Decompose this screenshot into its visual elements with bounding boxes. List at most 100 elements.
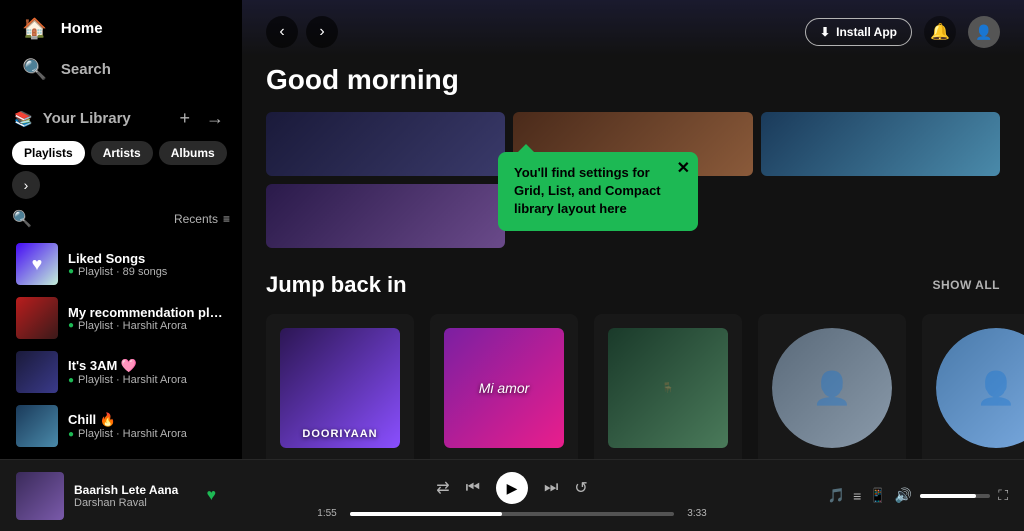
bell-icon: 🔔: [930, 22, 950, 42]
sort-icon: ≡: [223, 212, 230, 226]
forward-button[interactable]: ›: [306, 16, 338, 48]
cards-row: DOORIYAAN Dooriyaan Uraan Mi amor Mi Amo…: [242, 314, 1024, 459]
music-card[interactable]: DOORIYAAN Dooriyaan Uraan: [266, 314, 414, 459]
jump-back-section-header: Jump back in Show all: [242, 272, 1024, 314]
player-track-name: Baarish Lete Aana: [74, 483, 197, 497]
section-title: Jump back in: [266, 272, 407, 298]
player-left: Baarish Lete Aana Darshan Raval ♥: [16, 472, 216, 520]
music-card[interactable]: 👤 Taimour Baig Artist: [922, 314, 1024, 459]
top-bar: ‹ › ⬇ Install App 🔔 👤: [242, 0, 1024, 56]
player-bar: Baarish Lete Aana Darshan Raval ♥ ⇄ ⏮ ▶ …: [0, 459, 1024, 531]
add-library-button[interactable]: +: [175, 106, 194, 131]
featured-card[interactable]: Chill 🔥: [761, 112, 1000, 176]
player-artist: Darshan Raval: [74, 497, 197, 509]
green-dot: ●: [68, 266, 74, 277]
library-search-icon[interactable]: 🔍: [12, 209, 32, 229]
player-thumb: [16, 472, 64, 520]
shuffle-button[interactable]: ⇄: [436, 478, 449, 498]
playlist-sub: ● Playlist · Harshit Arora: [68, 374, 226, 386]
download-icon: ⬇: [820, 25, 830, 39]
filter-artists[interactable]: Artists: [91, 141, 153, 165]
queue-button[interactable]: ≡: [853, 488, 861, 504]
playlist-sub: ● Playlist · Harshit Arora: [68, 428, 226, 440]
music-card-thumb: Mi amor: [444, 328, 564, 448]
featured-card-thumb: [266, 112, 505, 176]
recents-sort[interactable]: Recents ≡: [174, 212, 230, 226]
fullscreen-button[interactable]: ⛶: [998, 487, 1008, 504]
green-dot: ●: [68, 429, 74, 440]
featured-card[interactable]: It's 3AM 🩷: [266, 112, 505, 176]
sidebar-top-nav: 🏠 Home 🔍 Search: [0, 0, 242, 98]
player-center: ⇄ ⏮ ▶ ⏭ ↺ 1:55 3:33: [224, 472, 800, 519]
rec-thumb: [16, 297, 58, 339]
playlist-info: Liked Songs ● Playlist · 89 songs: [68, 251, 226, 278]
install-app-label: Install App: [836, 25, 897, 39]
show-all-button[interactable]: Show all: [932, 278, 1000, 292]
green-dot: ●: [68, 320, 74, 331]
greeting: Good morning: [242, 56, 1024, 112]
filter-more-button[interactable]: ›: [12, 171, 40, 199]
library-title[interactable]: 📚 Your Library: [14, 110, 131, 128]
3am-thumb: [16, 351, 58, 393]
volume-button[interactable]: 🔊: [895, 487, 912, 504]
library-label: Your Library: [43, 110, 131, 127]
playlist-list: ♥ Liked Songs ● Playlist · 89 songs My r…: [0, 233, 242, 459]
expand-library-button[interactable]: →: [202, 106, 228, 131]
lyrics-button[interactable]: 🎵: [828, 487, 845, 504]
avatar-image: 👤: [975, 24, 992, 41]
like-button[interactable]: ♥: [207, 487, 217, 505]
volume-slider[interactable]: [920, 494, 990, 498]
playlist-name: It's 3AM 🩷: [68, 358, 226, 374]
featured-card[interactable]: Shayad Woh Sune: [266, 184, 505, 248]
list-item[interactable]: My recommendation playlist ● Playlist · …: [4, 291, 238, 345]
next-button[interactable]: ⏭: [544, 479, 558, 497]
tooltip-close-button[interactable]: ✕: [677, 158, 690, 178]
music-card-thumb: 👤: [772, 328, 892, 448]
install-app-button[interactable]: ⬇ Install App: [805, 18, 912, 46]
player-controls: ⇄ ⏮ ▶ ⏭ ↺: [436, 472, 588, 504]
playlist-name: My recommendation playlist: [68, 305, 226, 320]
back-button[interactable]: ‹: [266, 16, 298, 48]
volume-fill: [920, 494, 976, 498]
playlist-sub: ● Playlist · Harshit Arora: [68, 320, 226, 332]
filter-albums[interactable]: Albums: [159, 141, 227, 165]
list-item[interactable]: ♥ Liked Songs ● Playlist · 89 songs: [4, 237, 238, 291]
playlist-sub: ● Playlist · 89 songs: [68, 266, 226, 278]
search-sort-bar: 🔍 Recents ≡: [0, 205, 242, 233]
progress-track[interactable]: [350, 512, 674, 516]
music-card[interactable]: 👤 Azooz Artist: [758, 314, 906, 459]
player-track-info: Baarish Lete Aana Darshan Raval: [74, 483, 197, 509]
music-card-thumb: DOORIYAAN: [280, 328, 400, 448]
liked-songs-thumb: ♥: [16, 243, 58, 285]
home-icon: 🏠: [22, 16, 47, 41]
top-bar-right: ⬇ Install App 🔔 👤: [805, 16, 1000, 48]
list-item[interactable]: It's 3AM 🩷 ● Playlist · Harshit Arora: [4, 345, 238, 399]
main-content: ‹ › ⬇ Install App 🔔 👤 Good morning: [242, 0, 1024, 459]
tooltip-box: ✕ You'll find settings for Grid, List, a…: [498, 152, 698, 231]
filter-playlists[interactable]: Playlists: [12, 141, 85, 165]
library-header: 📚 Your Library + →: [0, 98, 242, 135]
recents-label: Recents: [174, 212, 218, 226]
sidebar-item-search[interactable]: 🔍 Search: [12, 49, 230, 90]
current-time: 1:55: [312, 508, 342, 519]
user-avatar[interactable]: 👤: [968, 16, 1000, 48]
music-card[interactable]: Mi amor Mi Amor Sharn, 40k, The Paul: [430, 314, 578, 459]
library-actions: + →: [175, 106, 228, 131]
sidebar-item-home[interactable]: 🏠 Home: [12, 8, 230, 49]
music-card-thumb: 🪑: [608, 328, 728, 448]
search-icon: 🔍: [22, 57, 47, 82]
playlist-name: Liked Songs: [68, 251, 226, 266]
play-pause-button[interactable]: ▶: [496, 472, 528, 504]
list-item[interactable]: Chill 🔥 ● Playlist · Harshit Arora: [4, 399, 238, 453]
repeat-button[interactable]: ↺: [574, 478, 587, 498]
devices-button[interactable]: 📱: [869, 487, 886, 504]
chill-thumb: [16, 405, 58, 447]
sidebar-home-label: Home: [61, 20, 103, 37]
notifications-button[interactable]: 🔔: [924, 16, 956, 48]
featured-card-thumb: [266, 184, 505, 248]
featured-card-thumb: [761, 112, 1000, 176]
green-dot: ●: [68, 375, 74, 386]
playlist-name: Chill 🔥: [68, 412, 226, 428]
music-card[interactable]: 🪑 FAR FROM OVER KR$NA: [594, 314, 742, 459]
previous-button[interactable]: ⏮: [466, 479, 480, 497]
